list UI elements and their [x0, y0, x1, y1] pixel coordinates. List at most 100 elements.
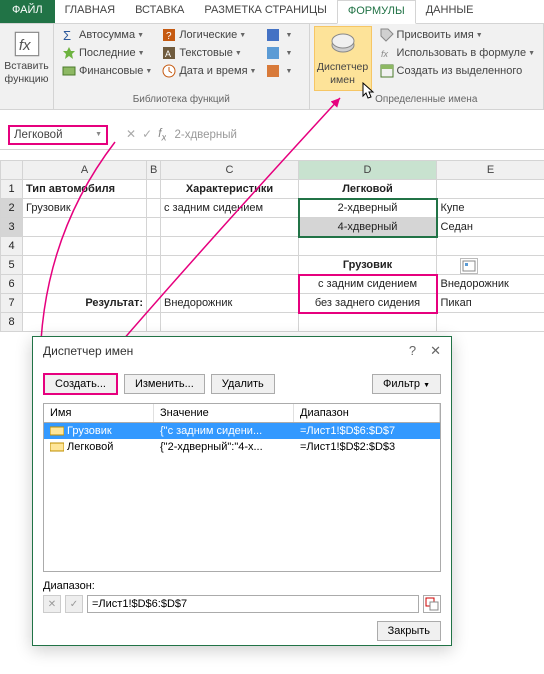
col-name[interactable]: Имя	[44, 404, 154, 422]
name-manager-button[interactable]: Диспетчер имен	[314, 26, 372, 91]
list-row[interactable]: Грузовик {"с задним сидени... =Лист1!$D$…	[44, 423, 440, 439]
col-header-c[interactable]: C	[161, 161, 299, 180]
smart-tag-icon[interactable]	[460, 258, 478, 274]
cell-a8[interactable]	[23, 313, 147, 332]
help-icon[interactable]: ?	[409, 343, 416, 359]
cell-d6[interactable]: с задним сидением	[299, 275, 437, 294]
tab-insert[interactable]: ВСТАВКА	[125, 0, 194, 23]
recent-button[interactable]: Последние▼	[58, 44, 156, 62]
cell-d5[interactable]: Грузовик	[299, 256, 437, 275]
cell-b6[interactable]	[147, 275, 161, 294]
logical-button[interactable]: ?Логические▼	[158, 26, 260, 44]
cell-b2[interactable]	[147, 199, 161, 218]
tab-data[interactable]: ДАННЫЕ	[416, 0, 484, 23]
col-header-a[interactable]: A	[23, 161, 147, 180]
autosum-button[interactable]: ΣАвтосумма▼	[58, 26, 156, 44]
define-name-button[interactable]: Присвоить имя▼	[376, 26, 539, 44]
more-fn-button[interactable]: ▼	[262, 62, 296, 80]
cell-a6[interactable]	[23, 275, 147, 294]
col-value[interactable]: Значение	[154, 404, 294, 422]
cell-e2[interactable]: Купе	[437, 199, 544, 218]
cell-b1[interactable]	[147, 180, 161, 199]
delete-button[interactable]: Удалить	[211, 374, 275, 394]
lookup-button[interactable]: ▼	[262, 26, 296, 44]
cell-c3[interactable]	[161, 218, 299, 237]
cell-d1[interactable]: Легковой	[299, 180, 437, 199]
cell-e6[interactable]: Внедорожник	[437, 275, 544, 294]
use-in-formula-label: Использовать в формуле	[397, 47, 527, 59]
cell-e4[interactable]	[437, 237, 544, 256]
col-header-b[interactable]: B	[147, 161, 161, 180]
date-button[interactable]: Дата и время▼	[158, 62, 260, 80]
text-button[interactable]: AТекстовые▼	[158, 44, 260, 62]
name-box[interactable]: Легковой ▼	[8, 125, 108, 145]
cell-b5[interactable]	[147, 256, 161, 275]
edit-button[interactable]: Изменить...	[124, 374, 205, 394]
tab-file[interactable]: ФАЙЛ	[0, 0, 55, 23]
list-row[interactable]: Легковой {"2-хдверный":"4-х... =Лист1!$D…	[44, 439, 440, 455]
tab-layout[interactable]: РАЗМЕТКА СТРАНИЦЫ	[194, 0, 336, 23]
fx-icon-small[interactable]: fx	[158, 126, 166, 143]
cell-b8[interactable]	[147, 313, 161, 332]
cell-a2[interactable]: Грузовик	[23, 199, 147, 218]
close-button[interactable]: Закрыть	[377, 621, 441, 641]
cell-c6[interactable]	[161, 275, 299, 294]
cell-a3[interactable]	[23, 218, 147, 237]
cell-c5[interactable]	[161, 256, 299, 275]
cell-e8[interactable]	[437, 313, 544, 332]
row-header-5[interactable]: 5	[1, 256, 23, 275]
cell-a5[interactable]	[23, 256, 147, 275]
cell-e1[interactable]	[437, 180, 544, 199]
cell-e5[interactable]	[437, 256, 544, 275]
cell-e3[interactable]: Седан	[437, 218, 544, 237]
cell-c7[interactable]: Внедорожник	[161, 294, 299, 313]
col-range[interactable]: Диапазон	[294, 404, 440, 422]
cell-a7[interactable]: Результат:	[23, 294, 147, 313]
row-header-1[interactable]: 1	[1, 180, 23, 199]
name-box-dropdown-icon[interactable]: ▼	[95, 131, 102, 138]
financial-button[interactable]: Финансовые▼	[58, 62, 156, 80]
cell-c8[interactable]	[161, 313, 299, 332]
names-list[interactable]: Грузовик {"с задним сидени... =Лист1!$D$…	[43, 422, 441, 572]
row-header-4[interactable]: 4	[1, 237, 23, 256]
row-header-6[interactable]: 6	[1, 275, 23, 294]
cell-e7[interactable]: Пикап	[437, 294, 544, 313]
filter-button[interactable]: Фильтр ▼	[372, 374, 441, 394]
cell-b7[interactable]	[147, 294, 161, 313]
col-header-e[interactable]: E	[437, 161, 544, 180]
row-header-7[interactable]: 7	[1, 294, 23, 313]
insert-function-button[interactable]: fx Вставить функцию	[4, 26, 49, 89]
cell-b4[interactable]	[147, 237, 161, 256]
cell-a1[interactable]: Тип автомобиля	[23, 180, 147, 199]
create-from-sel-button[interactable]: Создать из выделенного	[376, 62, 539, 80]
cell-d3[interactable]: 4-хдверный	[299, 218, 437, 237]
create-button[interactable]: Создать...	[43, 373, 118, 395]
recent-label: Последние	[79, 47, 136, 59]
cell-d7[interactable]: без заднего сидения	[299, 294, 437, 313]
cell-c1[interactable]: Характеристики	[161, 180, 299, 199]
tab-home[interactable]: ГЛАВНАЯ	[55, 0, 125, 23]
cell-d2[interactable]: 2-хдверный	[299, 199, 437, 218]
use-in-formula-button[interactable]: fxИспользовать в формуле▼	[376, 44, 539, 62]
cell-a4[interactable]	[23, 237, 147, 256]
col-header-d[interactable]: D	[299, 161, 437, 180]
row-header-8[interactable]: 8	[1, 313, 23, 332]
spreadsheet-grid[interactable]: A B C D E 1 Тип автомобиля Характеристик…	[0, 160, 544, 332]
row-header-3[interactable]: 3	[1, 218, 23, 237]
cell-c2[interactable]: с задним сидением	[161, 199, 299, 218]
range-picker-icon[interactable]	[423, 595, 441, 613]
math-button[interactable]: ▼	[262, 44, 296, 62]
range-cancel-icon[interactable]: ✕	[43, 595, 61, 613]
close-icon[interactable]: ✕	[430, 343, 441, 359]
select-all-corner[interactable]	[1, 161, 23, 180]
tab-formulas[interactable]: ФОРМУЛЫ	[337, 0, 416, 24]
formula-input[interactable]	[166, 129, 542, 141]
cell-b3[interactable]	[147, 218, 161, 237]
cell-d8[interactable]	[299, 313, 437, 332]
cell-c4[interactable]	[161, 237, 299, 256]
row-header-2[interactable]: 2	[1, 199, 23, 218]
dialog-titlebar[interactable]: Диспетчер имен ? ✕	[33, 337, 451, 365]
range-accept-icon[interactable]: ✓	[65, 595, 83, 613]
range-input[interactable]	[87, 595, 419, 613]
cell-d4[interactable]	[299, 237, 437, 256]
